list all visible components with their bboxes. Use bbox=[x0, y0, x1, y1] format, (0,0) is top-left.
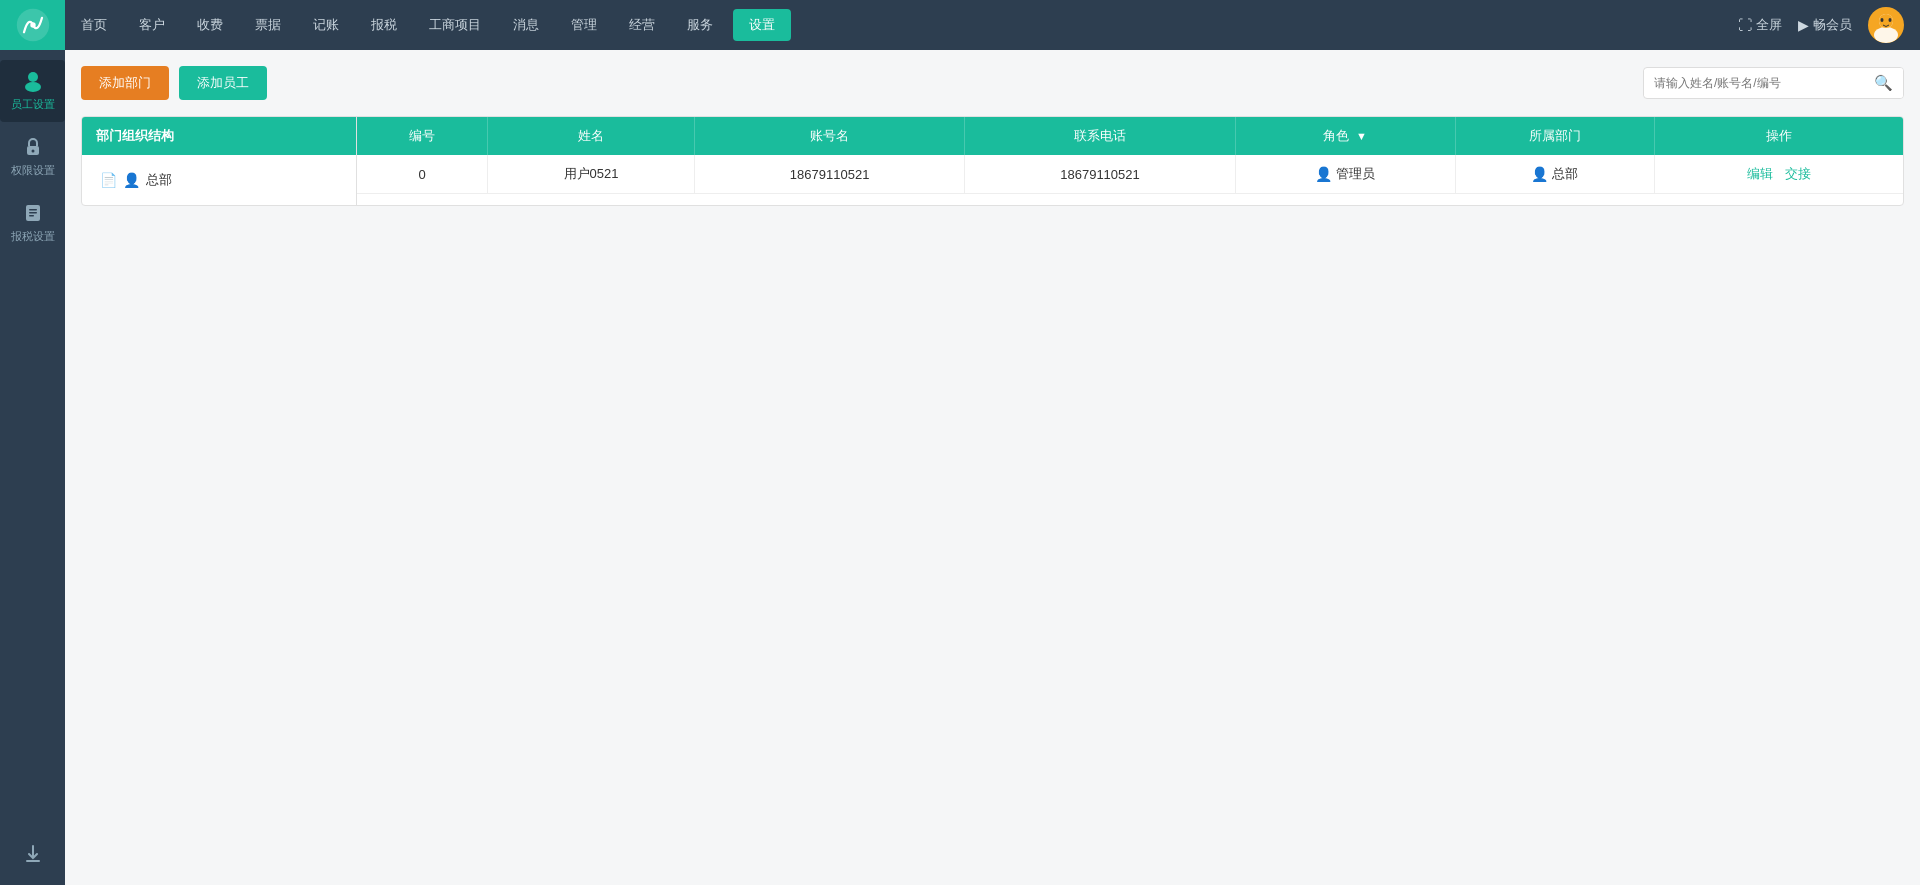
search-icon: 🔍 bbox=[1874, 74, 1893, 91]
tree-item-label: 总部 bbox=[146, 171, 172, 189]
nav-item-customer[interactable]: 客户 bbox=[123, 0, 181, 50]
nav-item-settings[interactable]: 设置 bbox=[733, 9, 791, 41]
svg-point-1 bbox=[30, 22, 35, 27]
col-header-account: 账号名 bbox=[694, 117, 964, 155]
col-header-id: 编号 bbox=[357, 117, 488, 155]
logo-area bbox=[0, 0, 65, 50]
fullscreen-icon: ⛶ bbox=[1738, 17, 1752, 33]
person-icon bbox=[22, 70, 44, 92]
table-row: 0 用户0521 18679110521 18679110521 👤 管理员 bbox=[357, 155, 1903, 194]
sidebar-label-staff: 员工设置 bbox=[11, 97, 55, 112]
sidebar: 员工设置 权限设置 报税设置 bbox=[0, 50, 65, 885]
main-layout: 员工设置 权限设置 报税设置 bbox=[0, 50, 1920, 885]
tree-body: 📄 👤 总部 bbox=[82, 155, 356, 205]
nav-item-home[interactable]: 首页 bbox=[65, 0, 123, 50]
add-staff-button[interactable]: 添加员工 bbox=[179, 66, 267, 100]
tax-icon bbox=[22, 202, 44, 224]
member-label: 畅会员 bbox=[1813, 16, 1852, 34]
nav-item-message[interactable]: 消息 bbox=[497, 0, 555, 50]
download-icon bbox=[22, 843, 44, 865]
role-user-icon: 👤 bbox=[1315, 166, 1332, 182]
svg-point-5 bbox=[1881, 18, 1884, 22]
search-bar: 🔍 bbox=[1643, 67, 1904, 99]
search-button[interactable]: 🔍 bbox=[1864, 68, 1903, 98]
fullscreen-btn[interactable]: ⛶ 全屏 bbox=[1738, 16, 1782, 34]
dept-icon: 👤 bbox=[1531, 166, 1548, 182]
role-filter-icon[interactable]: ▼ bbox=[1356, 130, 1367, 142]
svg-rect-12 bbox=[29, 209, 37, 211]
table-container: 部门组织结构 📄 👤 总部 编号 姓名 账号名 bbox=[81, 116, 1904, 206]
top-nav: 首页 客户 收费 票据 记账 报税 工商项目 消息 管理 经营 服务 设置 ⛶ … bbox=[0, 0, 1920, 50]
svg-rect-15 bbox=[26, 860, 40, 862]
role-label: 管理员 bbox=[1336, 165, 1375, 183]
cell-name: 用户0521 bbox=[488, 155, 695, 194]
content-area: 添加部门 添加员工 🔍 部门组织结构 📄 👤 总部 bbox=[65, 50, 1920, 885]
nav-item-fee[interactable]: 收费 bbox=[181, 0, 239, 50]
svg-point-3 bbox=[1874, 27, 1898, 43]
search-input[interactable] bbox=[1644, 70, 1864, 96]
cell-phone: 18679110521 bbox=[965, 155, 1235, 194]
cell-role: 👤 管理员 bbox=[1235, 155, 1455, 194]
cell-account: 18679110521 bbox=[694, 155, 964, 194]
svg-point-8 bbox=[25, 82, 41, 92]
cell-dept: 👤 总部 bbox=[1455, 155, 1654, 194]
tree-panel: 部门组织结构 📄 👤 总部 bbox=[82, 117, 357, 205]
nav-item-tax[interactable]: 报税 bbox=[355, 0, 413, 50]
nav-item-manage[interactable]: 管理 bbox=[555, 0, 613, 50]
svg-point-10 bbox=[31, 150, 34, 153]
nav-items: 首页 客户 收费 票据 记账 报税 工商项目 消息 管理 经营 服务 设置 bbox=[65, 0, 1738, 50]
toolbar: 添加部门 添加员工 🔍 bbox=[81, 66, 1904, 100]
sidebar-item-permission[interactable]: 权限设置 bbox=[0, 126, 65, 188]
member-icon: ▶ bbox=[1798, 17, 1809, 33]
nav-right: ⛶ 全屏 ▶ 畅会员 bbox=[1738, 7, 1920, 43]
svg-rect-14 bbox=[29, 215, 34, 217]
edit-link[interactable]: 编辑 bbox=[1747, 166, 1773, 181]
fullscreen-label: 全屏 bbox=[1756, 16, 1782, 34]
handover-link[interactable]: 交接 bbox=[1785, 166, 1811, 181]
dept-user-icon: 👤 bbox=[123, 172, 140, 188]
tree-header: 部门组织结构 bbox=[82, 117, 356, 155]
nav-item-accounting[interactable]: 记账 bbox=[297, 0, 355, 50]
lock-icon bbox=[22, 136, 44, 158]
data-table: 编号 姓名 账号名 联系电话 角色 ▼ 所属部门 操作 bbox=[357, 117, 1903, 194]
avatar[interactable] bbox=[1868, 7, 1904, 43]
cell-id: 0 bbox=[357, 155, 488, 194]
dept-label: 总部 bbox=[1552, 165, 1578, 183]
svg-point-7 bbox=[28, 72, 38, 82]
nav-item-service[interactable]: 服务 bbox=[671, 0, 729, 50]
svg-rect-13 bbox=[29, 212, 37, 214]
sidebar-label-taxsetting: 报税设置 bbox=[11, 229, 55, 244]
data-table-wrap: 编号 姓名 账号名 联系电话 角色 ▼ 所属部门 操作 bbox=[357, 117, 1903, 205]
col-header-role: 角色 ▼ bbox=[1235, 117, 1455, 155]
col-header-phone: 联系电话 bbox=[965, 117, 1235, 155]
nav-item-bills[interactable]: 票据 bbox=[239, 0, 297, 50]
col-header-dept: 所属部门 bbox=[1455, 117, 1654, 155]
sidebar-label-permission: 权限设置 bbox=[11, 163, 55, 178]
file-icon: 📄 bbox=[100, 172, 117, 188]
col-header-action: 操作 bbox=[1654, 117, 1903, 155]
cell-action: 编辑 交接 bbox=[1654, 155, 1903, 194]
tree-item-general[interactable]: 📄 👤 总部 bbox=[92, 165, 346, 195]
add-dept-button[interactable]: 添加部门 bbox=[81, 66, 169, 100]
nav-item-operation[interactable]: 经营 bbox=[613, 0, 671, 50]
svg-point-6 bbox=[1889, 18, 1892, 22]
col-header-name: 姓名 bbox=[488, 117, 695, 155]
nav-item-business[interactable]: 工商项目 bbox=[413, 0, 497, 50]
sidebar-item-download[interactable] bbox=[0, 833, 65, 875]
sidebar-item-taxsetting[interactable]: 报税设置 bbox=[0, 192, 65, 254]
member-btn[interactable]: ▶ 畅会员 bbox=[1798, 16, 1852, 34]
sidebar-item-staff[interactable]: 员工设置 bbox=[0, 60, 65, 122]
